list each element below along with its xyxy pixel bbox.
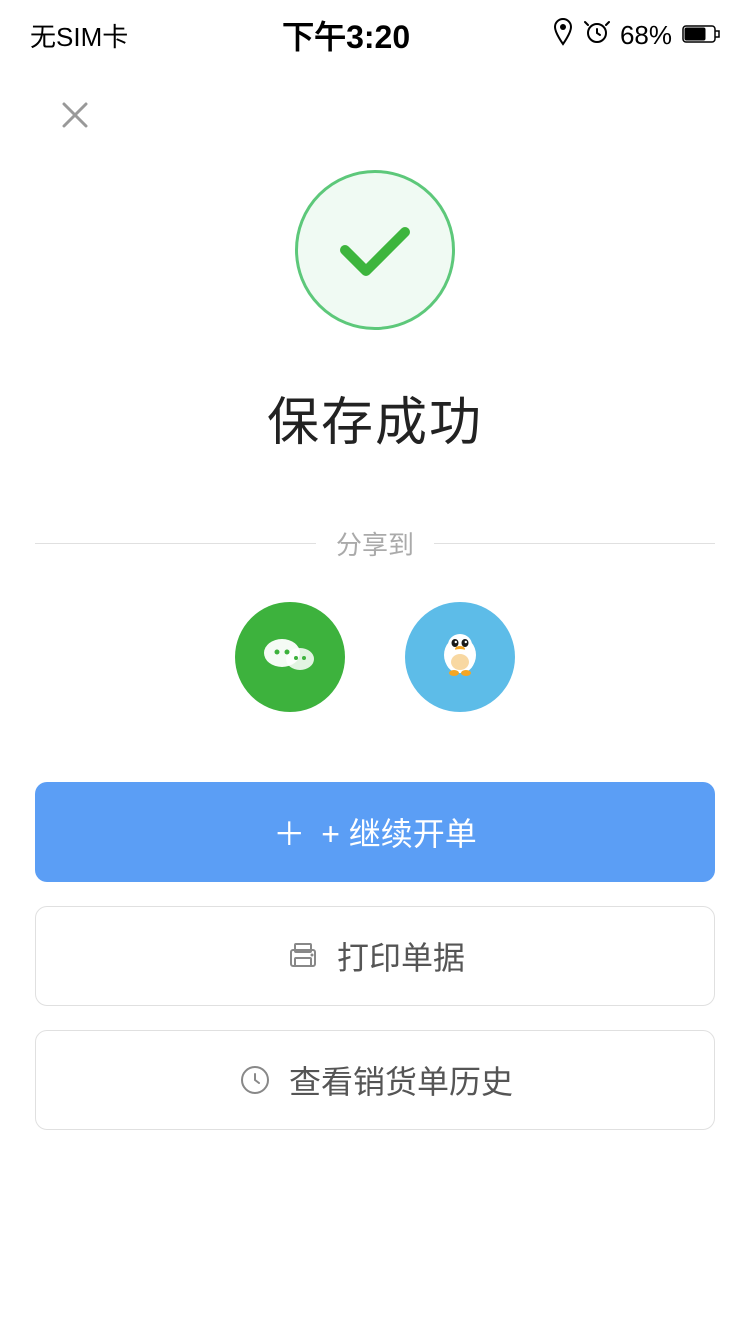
- continue-button[interactable]: ＋ + 继续开单: [35, 782, 715, 882]
- check-icon: [330, 205, 420, 295]
- qq-icon: [426, 623, 494, 691]
- divider-row: 分享到: [35, 525, 715, 562]
- battery-text: 68%: [620, 20, 672, 51]
- status-bar: 无SIM卡 下午3:20: [0, 0, 750, 70]
- carrier-text: 无SIM卡: [30, 17, 128, 54]
- print-label: 打印单据: [337, 933, 465, 979]
- history-icon: [237, 1062, 273, 1098]
- print-button[interactable]: 打印单据: [35, 906, 715, 1006]
- main-content: 保存成功 分享到: [0, 70, 750, 1130]
- wechat-share-button[interactable]: [235, 602, 345, 712]
- alarm-icon: [584, 19, 610, 52]
- success-title: 保存成功: [267, 380, 483, 455]
- qq-share-button[interactable]: [405, 602, 515, 712]
- divider-right: [434, 543, 715, 544]
- action-buttons: ＋ + 继续开单 打印单据 查看销货单历: [35, 782, 715, 1130]
- status-time: 下午3:20: [282, 12, 410, 58]
- close-button[interactable]: [50, 90, 100, 140]
- status-right: 68%: [552, 18, 720, 53]
- history-button[interactable]: 查看销货单历史: [35, 1030, 715, 1130]
- share-section: 分享到: [0, 525, 750, 712]
- success-circle: [295, 170, 455, 330]
- location-icon: [552, 18, 574, 53]
- divider-left: [35, 543, 316, 544]
- status-left: 无SIM卡: [30, 17, 140, 54]
- battery-icon: [682, 20, 720, 51]
- share-label: 分享到: [336, 525, 414, 562]
- wechat-icon: [256, 623, 324, 691]
- history-label: 查看销货单历史: [289, 1057, 513, 1103]
- print-icon: [285, 938, 321, 974]
- share-icons: [235, 602, 515, 712]
- continue-label: + 继续开单: [321, 809, 477, 855]
- plus-icon: ＋: [273, 809, 305, 855]
